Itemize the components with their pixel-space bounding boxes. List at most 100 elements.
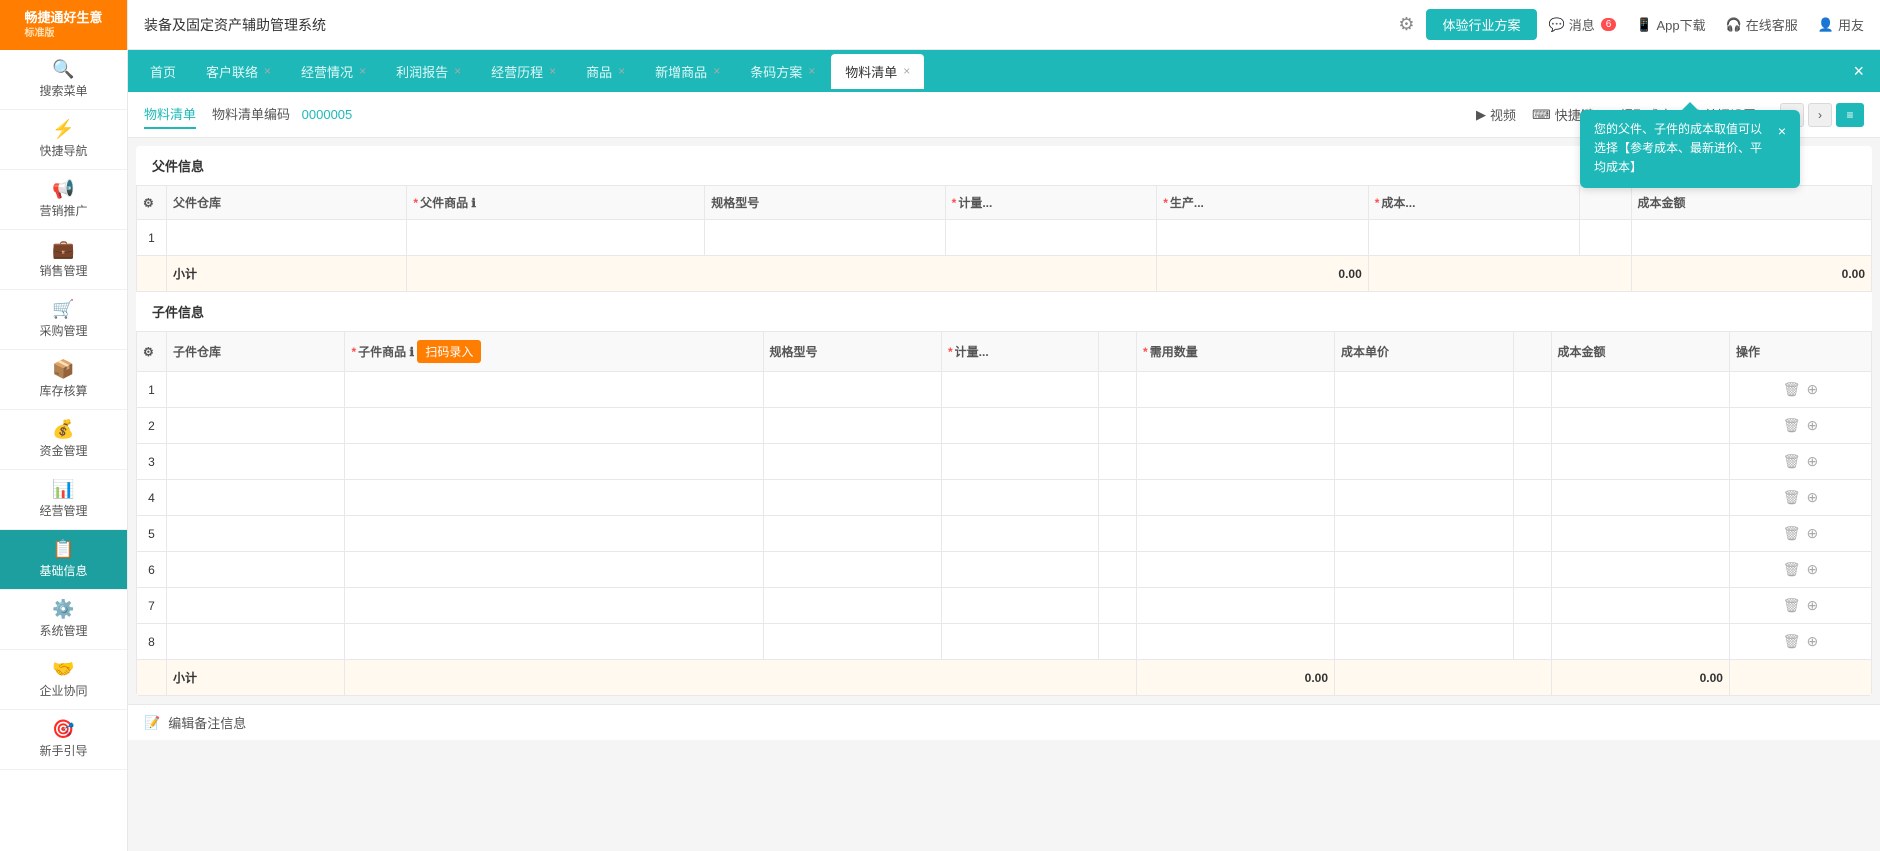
delete-icon-5[interactable]: 🗑 <box>1783 525 1801 542</box>
sidebar-item-purchase[interactable]: 🛒 采购管理 <box>0 290 127 350</box>
megaphone-icon: 📢 <box>52 180 74 198</box>
topbar: 装备及固定资产辅助管理系统 ⚙ 体验行业方案 💬 消息 6 📱 App下载 🎧 … <box>128 0 1880 50</box>
video-action[interactable]: ▶ 视频 <box>1476 105 1516 124</box>
tab-home-label: 首页 <box>150 62 176 81</box>
box-icon: 📦 <box>52 360 74 378</box>
tab-operation[interactable]: 经营情况 × <box>287 54 380 89</box>
copy-icon-5[interactable]: ⊕ <box>1807 525 1819 542</box>
copy-icon-3[interactable]: ⊕ <box>1807 453 1819 470</box>
sidebar-item-marketing[interactable]: 📢 营销推广 <box>0 170 127 230</box>
tab-profit-close[interactable]: × <box>454 64 461 78</box>
parent-subtotal-row: 小计 0.00 0.00 <box>137 256 1872 292</box>
child-cell-spec-1[interactable] <box>763 372 941 408</box>
scan-button[interactable]: 扫码录入 <box>417 340 481 363</box>
parent-cell-produce[interactable] <box>1157 220 1369 256</box>
parent-cell-unit[interactable] <box>945 220 1157 256</box>
parent-cell-goods[interactable] <box>407 220 705 256</box>
sidebar-item-newguide[interactable]: 🎯 新手引导 <box>0 710 127 770</box>
tab-goods[interactable]: 商品 × <box>572 54 639 89</box>
child-cell-qty-2[interactable] <box>1137 408 1335 444</box>
tab-operation-close[interactable]: × <box>359 64 366 78</box>
child-row: 3 🗑⊕ <box>137 444 1872 480</box>
trial-button[interactable]: 体验行业方案 <box>1426 9 1536 40</box>
delete-icon-2[interactable]: 🗑 <box>1783 417 1801 434</box>
child-row: 1 🗑 ⊕ <box>137 372 1872 408</box>
child-cell-qty-1[interactable] <box>1137 372 1335 408</box>
child-row-idx-1: 1 <box>137 372 167 408</box>
child-col-settings[interactable]: ⚙ <box>137 332 167 372</box>
sidebar-item-operation[interactable]: 📊 经营管理 <box>0 470 127 530</box>
child-cell-warehouse-2[interactable] <box>167 408 345 444</box>
child-cell-goods-2[interactable] <box>345 408 763 444</box>
child-cell-unitprice-1[interactable] <box>1335 372 1513 408</box>
delete-icon-3[interactable]: 🗑 <box>1783 453 1801 470</box>
tab-profit[interactable]: 利润报告 × <box>382 54 475 89</box>
tab-bom-close[interactable]: × <box>903 64 910 78</box>
settings-icon[interactable]: ⚙ <box>1398 14 1414 35</box>
copy-icon-1[interactable]: ⊕ <box>1807 381 1819 398</box>
child-cell-goods-1[interactable] <box>345 372 763 408</box>
sidebar-item-inventory[interactable]: 📦 库存核算 <box>0 350 127 410</box>
sidebar-item-sales[interactable]: 💼 销售管理 <box>0 230 127 290</box>
message-button[interactable]: 💬 消息 6 <box>1549 15 1617 34</box>
list-icon: 📋 <box>52 540 74 558</box>
cart-icon: 🛒 <box>52 300 74 318</box>
expand-btn[interactable]: ≡ <box>1836 103 1864 127</box>
child-row: 6 🗑⊕ <box>137 552 1872 588</box>
tab-customer[interactable]: 客户联络 × <box>192 54 285 89</box>
child-cell-spec-2[interactable] <box>763 408 941 444</box>
sidebar-item-label: 资金管理 <box>39 442 87 459</box>
sidebar-item-quicknav[interactable]: ⚡ 快捷导航 <box>0 110 127 170</box>
child-cell-unit-2[interactable] <box>942 408 1099 444</box>
delete-icon-4[interactable]: 🗑 <box>1783 489 1801 506</box>
copy-icon-7[interactable]: ⊕ <box>1807 597 1819 614</box>
sidebar-item-basicinfo[interactable]: 📋 基础信息 <box>0 530 127 590</box>
sidebar-item-finance[interactable]: 💰 资金管理 <box>0 410 127 470</box>
delete-icon-1[interactable]: 🗑 <box>1783 381 1801 398</box>
money-icon: 💰 <box>52 420 74 438</box>
child-cell-warehouse-1[interactable] <box>167 372 345 408</box>
tab-bom-label: 物料清单 <box>845 62 897 81</box>
next-btn[interactable]: › <box>1808 103 1832 127</box>
child-cell-unitprice-2[interactable] <box>1335 408 1513 444</box>
parent-col-goods: *父件商品 ℹ <box>407 186 705 220</box>
sub-tab-bom[interactable]: 物料清单 <box>144 100 196 129</box>
child-cell-action-1: 🗑 ⊕ <box>1729 372 1871 408</box>
parent-col-settings[interactable]: ⚙ <box>137 186 167 220</box>
copy-icon-2[interactable]: ⊕ <box>1807 417 1819 434</box>
topbar-right: 💬 消息 6 📱 App下载 🎧 在线客服 👤 用友 <box>1549 15 1865 34</box>
sidebar-item-search[interactable]: 🔍 搜索菜单 <box>0 50 127 110</box>
app-download-button[interactable]: 📱 App下载 <box>1636 15 1705 34</box>
tab-home[interactable]: 首页 <box>136 54 190 89</box>
parent-cell-cost[interactable] <box>1368 220 1580 256</box>
tab-customer-close[interactable]: × <box>264 64 271 78</box>
tab-history[interactable]: 经营历程 × <box>477 54 570 89</box>
bottom-bar[interactable]: 📝 编辑备注信息 <box>128 704 1880 740</box>
tab-history-close[interactable]: × <box>549 64 556 78</box>
tooltip-close-btn[interactable]: × <box>1778 120 1786 142</box>
parent-cell-spec[interactable] <box>705 220 945 256</box>
sidebar-item-collab[interactable]: 🤝 企业协同 <box>0 650 127 710</box>
online-service-button[interactable]: 🎧 在线客服 <box>1726 15 1798 34</box>
copy-icon-6[interactable]: ⊕ <box>1807 561 1819 578</box>
sidebar-item-label: 库存核算 <box>39 382 87 399</box>
tab-bom[interactable]: 物料清单 × <box>831 54 924 89</box>
tab-barcode-close[interactable]: × <box>808 64 815 78</box>
tab-goods-close[interactable]: × <box>618 64 625 78</box>
delete-icon-6[interactable]: 🗑 <box>1783 561 1801 578</box>
child-cell-unit-1[interactable] <box>942 372 1099 408</box>
parent-cell-warehouse[interactable] <box>167 220 407 256</box>
close-all-tabs[interactable]: × <box>1845 61 1872 82</box>
child-section-title: 子件信息 <box>136 292 1872 331</box>
copy-icon-8[interactable]: ⊕ <box>1807 633 1819 650</box>
gear-icon: ⚙️ <box>52 600 74 618</box>
parent-table: ⚙ 父件仓库 *父件商品 ℹ 规格型号 *计量... *生产... *成本...… <box>136 185 1872 292</box>
tab-newgoods-close[interactable]: × <box>713 64 720 78</box>
delete-icon-7[interactable]: 🗑 <box>1783 597 1801 614</box>
tab-newgoods[interactable]: 新增商品 × <box>641 54 734 89</box>
copy-icon-4[interactable]: ⊕ <box>1807 489 1819 506</box>
tab-barcode[interactable]: 条码方案 × <box>736 54 829 89</box>
delete-icon-8[interactable]: 🗑 <box>1783 633 1801 650</box>
sidebar-item-system[interactable]: ⚙️ 系统管理 <box>0 590 127 650</box>
user-button[interactable]: 👤 用友 <box>1818 15 1864 34</box>
